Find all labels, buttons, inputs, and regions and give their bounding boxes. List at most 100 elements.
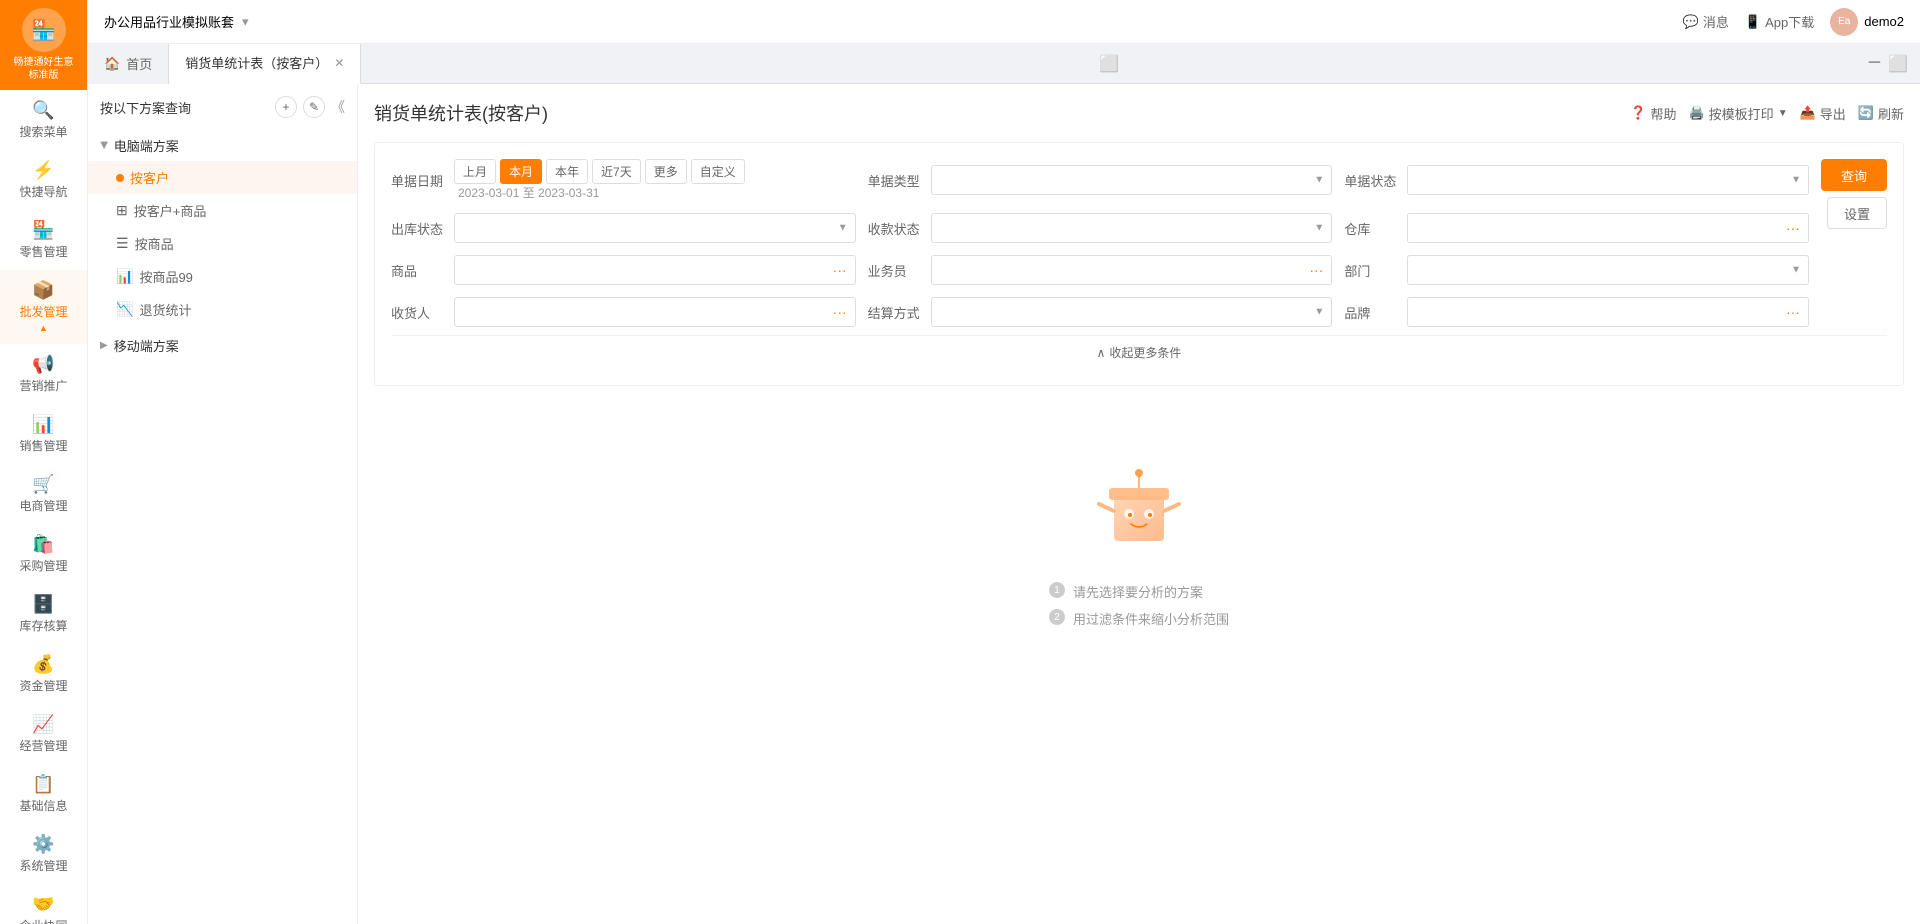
- tree-item-by-goods[interactable]: ☰ 按商品: [88, 227, 357, 260]
- page-content: 按以下方案查询 + ✎ 《 ▶ 电脑端方案 按客户 ⊞: [88, 84, 1920, 924]
- sidebar-item-label: 基础信息: [4, 797, 83, 814]
- help-btn[interactable]: ❓ 帮助: [1630, 104, 1676, 123]
- tip-label-2: 用过滤条件来缩小分析范围: [1073, 609, 1229, 628]
- tip-label-1: 请先选择要分析的方案: [1073, 582, 1203, 601]
- refresh-btn[interactable]: 🔄 刷新: [1858, 104, 1904, 123]
- tree-section-desktop: ▶ 电脑端方案 按客户 ⊞ 按客户+商品 ☰ 按商品 📊 按商品99: [88, 130, 357, 326]
- sidebar-item-quicknav[interactable]: ⚡ 快捷导航: [0, 150, 87, 210]
- sidebar-item-label: 经营管理: [4, 737, 83, 754]
- goods-select[interactable]: ···: [454, 255, 856, 285]
- quicknav-icon: ⚡: [4, 160, 83, 181]
- sidebar-item-ecommerce[interactable]: 🛒 电商管理: [0, 464, 87, 524]
- doc-type-select[interactable]: [931, 165, 1333, 195]
- tip-num-2: 2: [1049, 609, 1065, 625]
- right-content: 销货单统计表(按客户) ❓ 帮助 🖨️ 按模板打印 ▼ 📤 导出: [358, 84, 1920, 924]
- marketing-icon: 📢: [4, 354, 83, 375]
- warehouse-select[interactable]: ···: [1407, 213, 1809, 243]
- tree-item-by-customer[interactable]: 按客户: [88, 161, 357, 194]
- tree-item-by-customer-goods[interactable]: ⊞ 按客户+商品: [88, 194, 357, 227]
- doc-status-select[interactable]: [1407, 165, 1809, 195]
- minimize-btn[interactable]: ─: [1869, 54, 1880, 74]
- sidebar-item-wholesale[interactable]: 📦 批发管理 ▲: [0, 270, 87, 344]
- date-this-year-btn[interactable]: 本年: [546, 159, 588, 184]
- app-download-btn[interactable]: 📱 App下载: [1745, 12, 1814, 31]
- date-last-month-btn[interactable]: 上月: [454, 159, 496, 184]
- sidebar-item-finance[interactable]: 💰 资金管理: [0, 644, 87, 704]
- settle-input[interactable]: [931, 297, 1333, 327]
- sidebar-item-basic[interactable]: 📋 基础信息: [0, 764, 87, 824]
- sidebar-item-sales[interactable]: 📊 销售管理: [0, 404, 87, 464]
- tab-home[interactable]: 🏠 首页: [88, 44, 169, 84]
- date-filter: 上月 本月 本年 近7天 更多 自定义: [454, 159, 856, 184]
- panel-actions: + ✎ 《: [275, 96, 345, 118]
- date-this-month-btn[interactable]: 本月: [500, 159, 542, 184]
- tree-section-header-mobile[interactable]: ▶ 移动端方案: [88, 330, 357, 361]
- receipt-status-label: 收款状态: [868, 219, 923, 238]
- bar-icon: 📊: [116, 268, 133, 285]
- template-print-btn[interactable]: 🖨️ 按模板打印 ▼: [1688, 104, 1787, 123]
- brand-input[interactable]: ···: [1407, 297, 1809, 327]
- tree-item-by-goods99[interactable]: 📊 按商品99: [88, 260, 357, 293]
- department-input[interactable]: [1407, 255, 1809, 285]
- receiver-input[interactable]: ···: [454, 297, 856, 327]
- print-dropdown-arrow: ▼: [1778, 108, 1788, 119]
- receiver-select[interactable]: ···: [454, 297, 856, 327]
- topbar-dropdown-arrow[interactable]: ▾: [242, 14, 249, 30]
- tab-sales-stat[interactable]: 销货单统计表（按客户） ✕: [169, 44, 361, 84]
- add-scheme-btn[interactable]: +: [275, 96, 297, 118]
- user-profile[interactable]: Ea demo2: [1830, 8, 1904, 36]
- staff-select[interactable]: ···: [931, 255, 1333, 285]
- message-btn[interactable]: 💬 消息: [1683, 12, 1729, 31]
- collapse-row[interactable]: ∧ 收起更多条件: [391, 335, 1887, 369]
- sidebar-item-system[interactable]: ⚙️ 系统管理: [0, 824, 87, 884]
- sidebar-item-retail[interactable]: 🏪 零售管理: [0, 210, 87, 270]
- bar2-icon: 📉: [116, 301, 133, 318]
- doc-status-input[interactable]: [1407, 165, 1809, 195]
- department-label: 部门: [1344, 261, 1399, 280]
- settle-select[interactable]: [931, 297, 1333, 327]
- collapse-panel-btn[interactable]: 《: [331, 97, 345, 117]
- date-custom-btn[interactable]: 自定义: [691, 159, 745, 184]
- sidebar-item-purchase[interactable]: 🛍️ 采购管理: [0, 524, 87, 584]
- staff-input[interactable]: ···: [931, 255, 1333, 285]
- download-icon: 📱: [1745, 14, 1761, 30]
- empty-state: 1 请先选择要分析的方案 2 用过滤条件来缩小分析范围: [374, 386, 1904, 688]
- print-icon: 🖨️: [1688, 105, 1704, 121]
- tree-item-return-stat[interactable]: 📉 退货统计: [88, 293, 357, 326]
- date-more-btn[interactable]: 更多: [645, 159, 687, 184]
- filter-group-goods: 商品 ···: [391, 255, 856, 285]
- tab-close-btn[interactable]: ✕: [334, 56, 344, 70]
- out-status-select[interactable]: [454, 213, 856, 243]
- search-icon: 🔍: [4, 100, 83, 121]
- sidebar-item-label: 销售管理: [4, 437, 83, 454]
- export-btn[interactable]: 📤 导出: [1800, 104, 1846, 123]
- tree-section-header-desktop[interactable]: ▶ 电脑端方案: [88, 130, 357, 161]
- doc-type-input[interactable]: [931, 165, 1333, 195]
- tree-item-label: 退货统计: [139, 300, 191, 319]
- brand-select[interactable]: ···: [1407, 297, 1809, 327]
- receipt-status-input[interactable]: [931, 213, 1333, 243]
- tab-expand-btn[interactable]: ⬜: [1087, 54, 1131, 74]
- sidebar-item-inventory[interactable]: 🗄️ 库存核算: [0, 584, 87, 644]
- filter-group-warehouse: 仓库 ···: [1344, 213, 1809, 243]
- goods-input[interactable]: ···: [454, 255, 856, 285]
- department-select[interactable]: [1407, 255, 1809, 285]
- grid-icon: ⊞: [116, 202, 128, 219]
- settings-btn[interactable]: 设置: [1827, 197, 1887, 229]
- sidebar-item-enterprise[interactable]: 🤝 企业协同: [0, 884, 87, 924]
- sidebar-item-label: 资金管理: [4, 677, 83, 694]
- maximize-btn[interactable]: ⬜: [1888, 54, 1908, 74]
- filter-fields: 单据日期 上月 本月 本年 近7天 更多 自定义: [391, 159, 1809, 327]
- sidebar-item-search[interactable]: 🔍 搜索菜单: [0, 90, 87, 150]
- date-range: 2023-03-01 至 2023-03-31: [458, 184, 856, 201]
- sidebar-item-marketing[interactable]: 📢 营销推广: [0, 344, 87, 404]
- receipt-status-select[interactable]: [931, 213, 1333, 243]
- edit-scheme-btn[interactable]: ✎: [303, 96, 325, 118]
- date-7days-btn[interactable]: 近7天: [592, 159, 641, 184]
- page-title: 销货单统计表(按客户): [374, 100, 548, 126]
- query-btn[interactable]: 查询: [1821, 159, 1887, 191]
- warehouse-input[interactable]: ···: [1407, 213, 1809, 243]
- sidebar-item-operations[interactable]: 📈 经营管理: [0, 704, 87, 764]
- out-status-input[interactable]: [454, 213, 856, 243]
- query-btns: 查询 设置: [1809, 159, 1887, 327]
